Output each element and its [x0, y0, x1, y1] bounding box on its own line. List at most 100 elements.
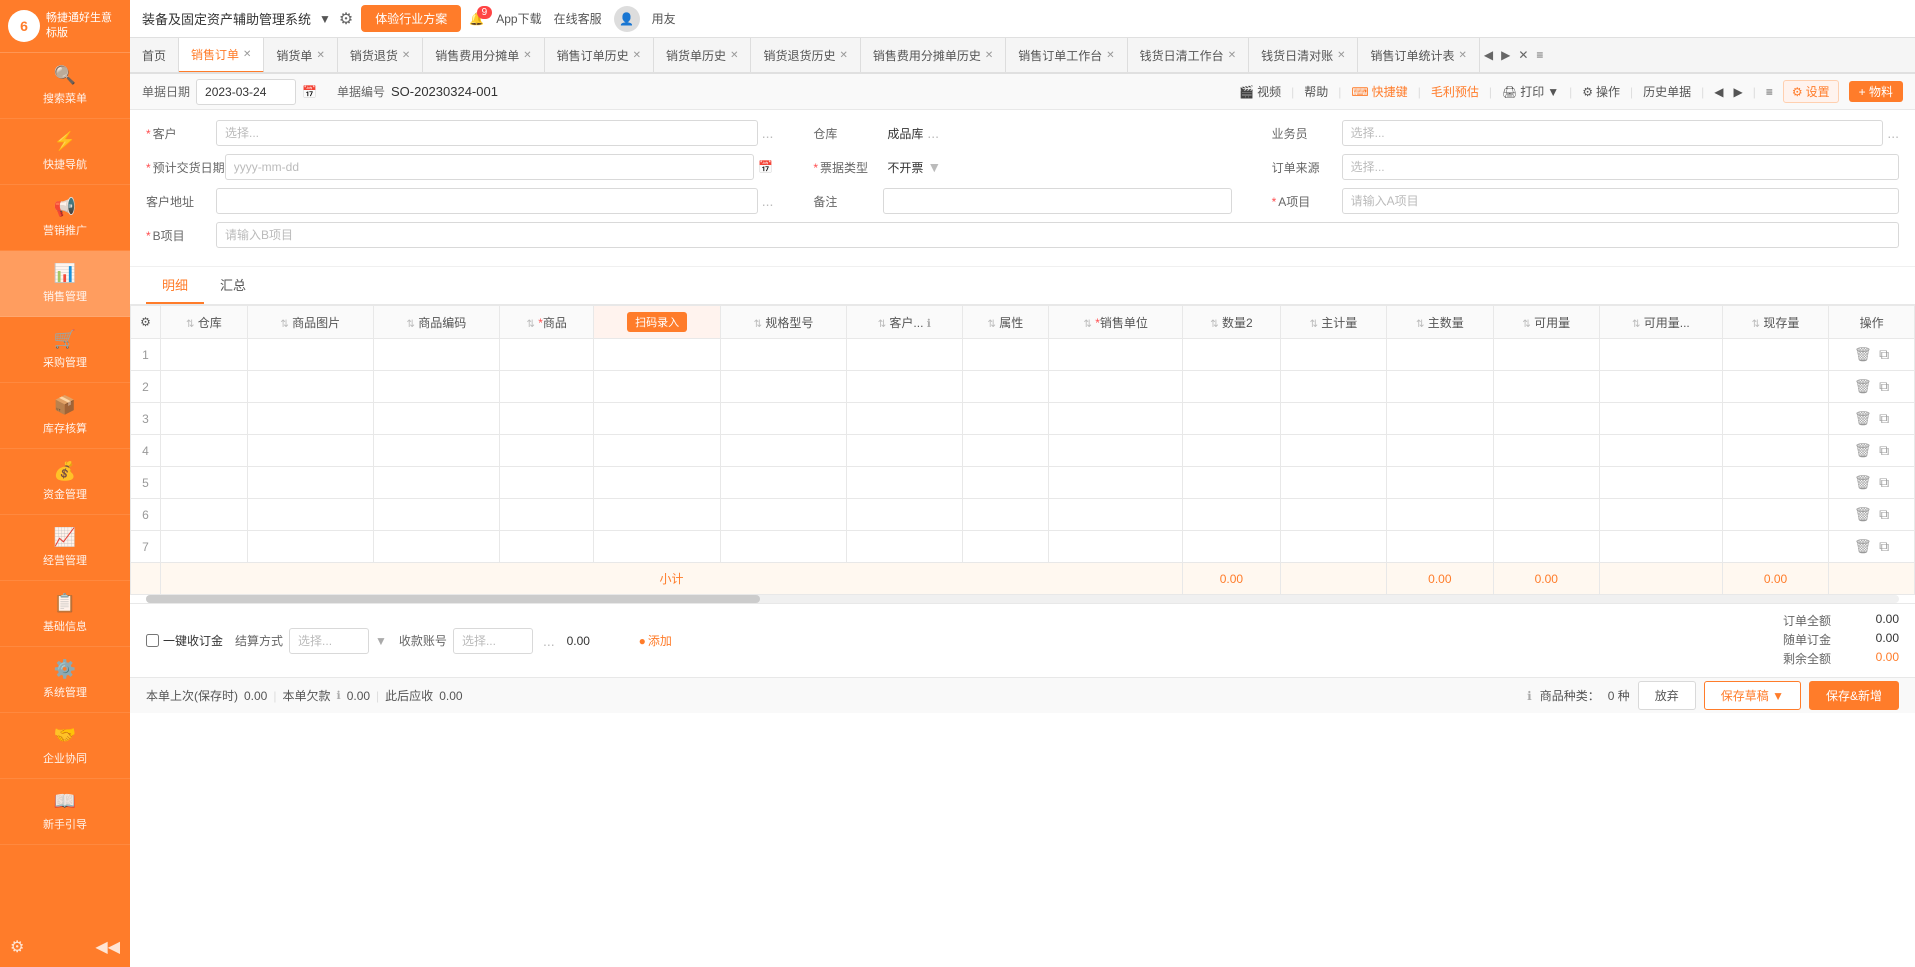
row-1-spec[interactable] [720, 339, 846, 371]
salesperson-input[interactable] [1342, 120, 1884, 146]
a-project-input[interactable] [1342, 188, 1899, 214]
warehouse-more-icon[interactable]: ... [927, 125, 939, 141]
row-5-delete-btn[interactable]: 🗑 [1852, 472, 1874, 493]
collapse-sidebar-icon[interactable]: ◀◀ [95, 937, 120, 957]
tab-nav-next[interactable]: ▶ [1497, 48, 1514, 62]
save-new-btn[interactable]: 保存&新增 [1809, 681, 1899, 710]
row-2-copy-btn[interactable]: ⧉ [1877, 376, 1891, 397]
tab-close-sales-refund-hist[interactable]: ✕ [839, 50, 847, 61]
tab-close-cash-workbench[interactable]: ✕ [1228, 50, 1236, 61]
sidebar-item-inventory[interactable]: 📦 库存核算 [0, 383, 130, 449]
col-main-quantity[interactable]: ⇅ 主数量 [1387, 306, 1493, 339]
row-5-copy-btn[interactable]: ⧉ [1877, 472, 1891, 493]
col-available[interactable]: ⇅ 可用量 [1493, 306, 1599, 339]
row-1-main-quantity[interactable] [1387, 339, 1493, 371]
add-btn[interactable]: ● 添加 [639, 632, 672, 649]
delivery-calendar-icon[interactable]: 📅 [758, 160, 773, 174]
one-click-checkout-label[interactable]: 一键收订金 [146, 632, 223, 649]
salesperson-more-icon[interactable]: ... [1887, 125, 1899, 141]
col-warehouse[interactable]: ⇅ 仓库 [161, 306, 248, 339]
tab-close-sales-order[interactable]: ✕ [243, 49, 251, 60]
note-input[interactable] [883, 188, 1231, 214]
col-attribute[interactable]: ⇅ 属性 [962, 306, 1049, 339]
toolbar-print[interactable]: 🖨 打印 ▼ [1502, 83, 1559, 100]
row-1-image[interactable] [247, 339, 373, 371]
row-3-delete-btn[interactable]: 🗑 [1852, 408, 1874, 429]
toolbar-add-material[interactable]: + 物料 [1849, 81, 1903, 102]
print-dropdown-icon[interactable]: ▼ [1547, 85, 1559, 99]
row-1-available[interactable] [1493, 339, 1599, 371]
toolbar-view[interactable]: 🎬 视频 [1239, 83, 1281, 100]
row-1-attribute[interactable] [962, 339, 1049, 371]
app-download-link[interactable]: App下载 [496, 10, 541, 27]
row-7-delete-btn[interactable]: 🗑 [1852, 536, 1874, 557]
row-1-customer-order[interactable] [847, 339, 962, 371]
delivery-date-input[interactable] [225, 154, 755, 180]
toolbar-operate[interactable]: ⚙ 操作 [1582, 83, 1620, 100]
toolbar-profit[interactable]: 毛利预估 [1431, 83, 1479, 100]
tab-sales-fee[interactable]: 销售费用分摊单 ✕ [423, 38, 544, 73]
payment-method-input[interactable] [289, 628, 369, 654]
row-1-product[interactable] [499, 339, 593, 371]
tab-sales-fee-hist[interactable]: 销售费用分摊单历史 ✕ [861, 38, 1006, 73]
horizontal-scrollbar[interactable] [146, 595, 1899, 603]
row-4-copy-btn[interactable]: ⧉ [1877, 440, 1891, 461]
row-1-code[interactable] [373, 339, 499, 371]
save-draft-dropdown[interactable]: ▼ [1772, 689, 1784, 703]
sidebar-item-base-info[interactable]: 📋 基础信息 [0, 581, 130, 647]
online-service-link[interactable]: 在线客服 [554, 10, 602, 27]
toolbar-history[interactable]: 历史单据 [1643, 83, 1691, 100]
row-7-copy-btn[interactable]: ⧉ [1877, 536, 1891, 557]
tab-sales-refund-hist[interactable]: 销货退货历史 ✕ [751, 38, 860, 73]
tab-sales-refund[interactable]: 销货退货 ✕ [338, 38, 423, 73]
sidebar-item-finance[interactable]: 💰 资金管理 [0, 449, 130, 515]
tab-nav-prev[interactable]: ◀ [1480, 48, 1497, 62]
row-1-quantity2[interactable] [1183, 339, 1281, 371]
payment-method-dropdown[interactable]: ▼ [375, 634, 387, 648]
notification-icon[interactable]: 🔔9 [469, 12, 484, 26]
tab-sales-workbench[interactable]: 销售订单工作台 ✕ [1006, 38, 1127, 73]
settings-gear-icon[interactable]: ⚙ [10, 937, 24, 957]
col-stock[interactable]: ⇅ 现存量 [1722, 306, 1828, 339]
tab-cash-workbench[interactable]: 钱货日清工作台 ✕ [1128, 38, 1249, 73]
row-1-main-unit[interactable] [1280, 339, 1386, 371]
order-source-input[interactable] [1342, 154, 1899, 180]
col-customer-order[interactable]: ⇅ 客户... ℹ [847, 306, 962, 339]
scan-btn[interactable]: 扫码录入 [627, 312, 687, 332]
toolbar-settings-btn[interactable]: ⚙ 设置 [1783, 80, 1839, 103]
one-click-checkout-checkbox[interactable] [146, 634, 159, 647]
col-spec[interactable]: ⇅ 规格型号 [720, 306, 846, 339]
toolbar-next-record[interactable]: ▶ [1734, 85, 1743, 99]
doc-date-input[interactable] [196, 79, 296, 105]
tab-close-sales-return-hist[interactable]: ✕ [730, 50, 738, 61]
sidebar-item-collab[interactable]: 🤝 企业协同 [0, 713, 130, 779]
col-available2[interactable]: ⇅ 可用量... [1599, 306, 1722, 339]
row-2-delete-btn[interactable]: 🗑 [1852, 376, 1874, 397]
col-product-image[interactable]: ⇅ 商品图片 [247, 306, 373, 339]
account-input[interactable] [453, 628, 533, 654]
tab-home[interactable]: 首页 [130, 38, 179, 73]
sidebar-item-system[interactable]: ⚙️ 系统管理 [0, 647, 130, 713]
tab-close-sales-fee-hist[interactable]: ✕ [985, 50, 993, 61]
sidebar-item-sales[interactable]: 📊 销售管理 [0, 251, 130, 317]
tab-close-sales-return[interactable]: ✕ [316, 50, 324, 61]
row-6-delete-btn[interactable]: 🗑 [1852, 504, 1874, 525]
save-draft-btn[interactable]: 保存草稿 ▼ [1704, 681, 1801, 710]
system-selector[interactable]: ▼ [319, 12, 331, 26]
sidebar-item-operations[interactable]: 📈 经营管理 [0, 515, 130, 581]
tab-close-sales-order-hist[interactable]: ✕ [633, 50, 641, 61]
sidebar-item-marketing[interactable]: 📢 营销推广 [0, 185, 130, 251]
col-main-unit[interactable]: ⇅ 主计量 [1280, 306, 1386, 339]
toolbar-prev-record[interactable]: ◀ [1714, 85, 1723, 99]
topbar-settings-icon[interactable]: ⚙ [339, 9, 353, 29]
col-sales-unit[interactable]: ⇅ *销售单位 [1049, 306, 1183, 339]
col-scan[interactable]: 扫码录入 [594, 306, 721, 339]
customer-input[interactable] [216, 120, 758, 146]
col-settings[interactable]: ⚙ [131, 306, 161, 339]
detail-tab-summary[interactable]: 汇总 [204, 267, 262, 304]
customer-more-icon[interactable]: ... [762, 125, 774, 141]
tab-cash-reconcile[interactable]: 钱货日清对账 ✕ [1249, 38, 1358, 73]
sidebar-item-guide[interactable]: 📖 新手引导 [0, 779, 130, 845]
tab-sales-order-hist[interactable]: 销售订单历史 ✕ [545, 38, 654, 73]
toolbar-list-view[interactable]: ≡ [1766, 85, 1773, 99]
